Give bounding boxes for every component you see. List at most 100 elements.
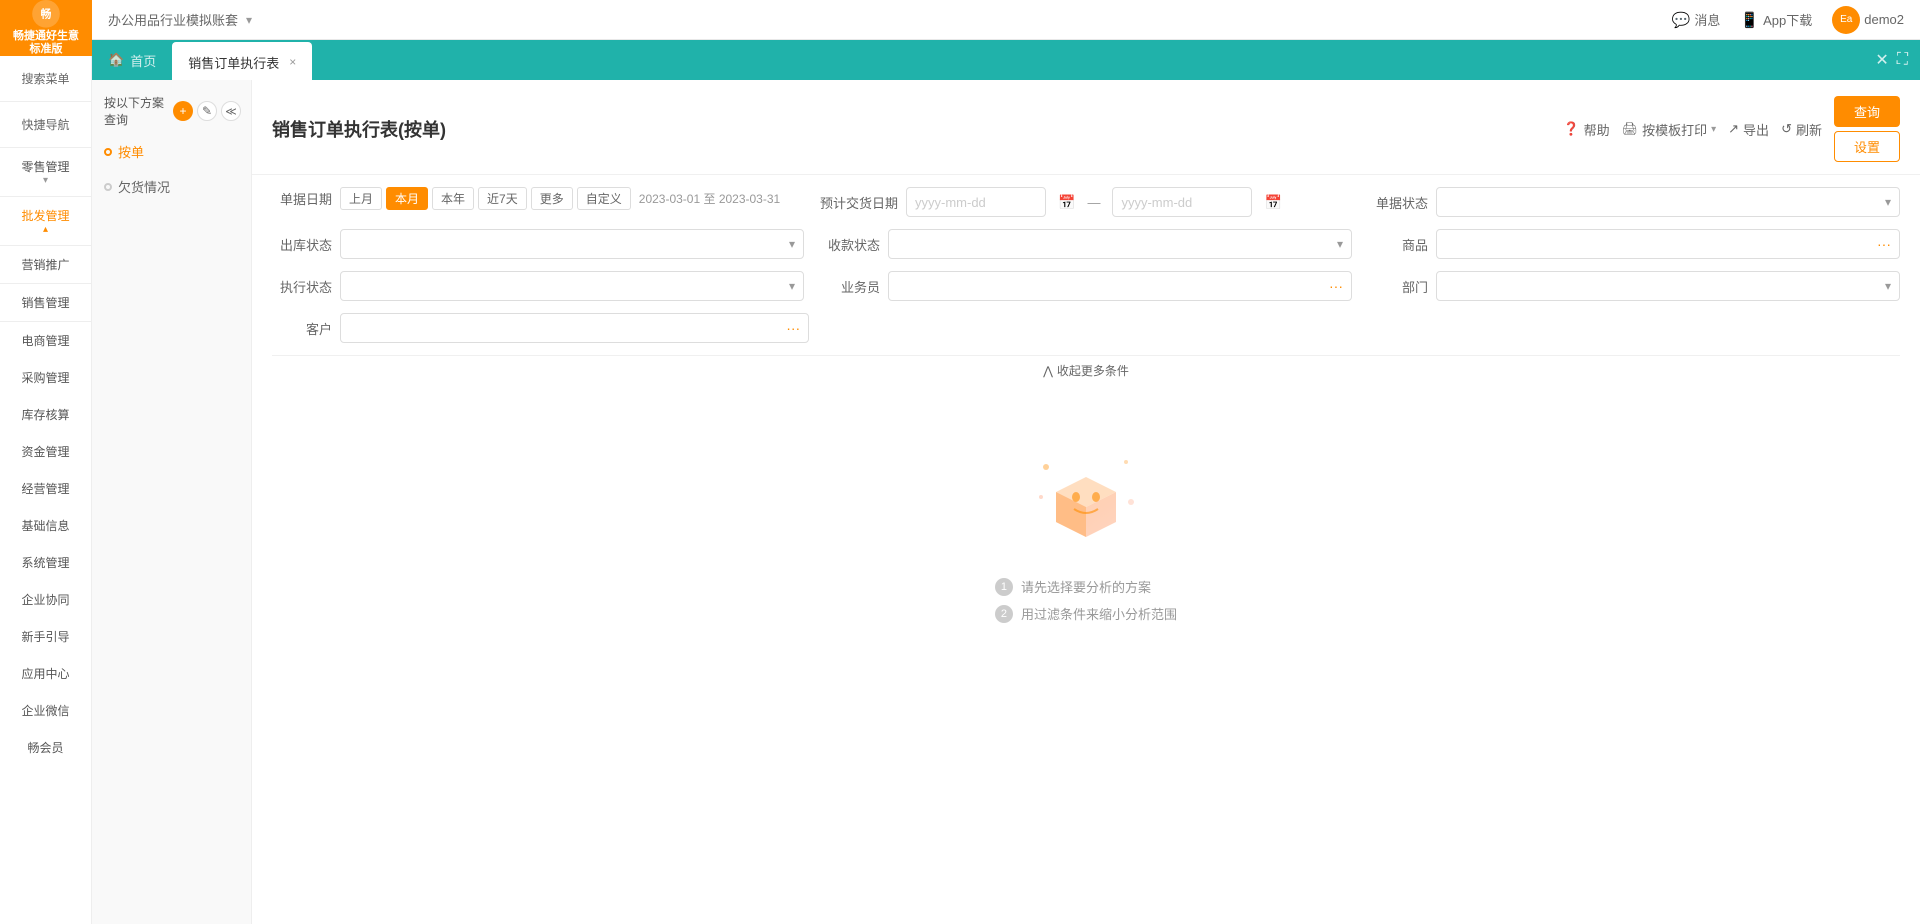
date-label: 单据日期 bbox=[272, 189, 332, 208]
tip-num-2: 2 bbox=[995, 605, 1013, 623]
right-content: 销售订单执行表(按单) ❓ 帮助 🖨 按模板打印 ▾ ↗ 导出 bbox=[252, 80, 1920, 924]
receipt-status-field[interactable]: ▾ bbox=[888, 229, 1352, 259]
sidebar-item-system[interactable]: 系统管理 bbox=[0, 544, 91, 581]
scheme-item-按单[interactable]: 按单 bbox=[92, 134, 251, 169]
date-btn-last-month[interactable]: 上月 bbox=[340, 187, 382, 210]
edit-scheme-button[interactable]: ✎ bbox=[197, 101, 217, 121]
tab-fullscreen-icon[interactable]: ⛶ bbox=[1897, 51, 1908, 69]
avatar: Ea bbox=[1832, 6, 1860, 34]
app-icon: 📱 bbox=[1740, 11, 1759, 29]
date-range-display: 2023-03-01 至 2023-03-31 bbox=[639, 190, 780, 207]
sidebar-item-finance[interactable]: 资金管理 bbox=[0, 433, 91, 470]
app-download-item[interactable]: 📱 App下载 bbox=[1740, 10, 1812, 29]
collapse-filters-button[interactable]: ⋀ 收起更多条件 bbox=[272, 355, 1900, 385]
message-item[interactable]: 💬 消息 bbox=[1672, 10, 1721, 29]
help-button[interactable]: ❓ 帮助 bbox=[1563, 120, 1609, 139]
empty-tip-2: 2 用过滤条件来缩小分析范围 bbox=[995, 604, 1177, 623]
sidebar-item-wechat[interactable]: 企业微信 bbox=[0, 692, 91, 729]
shipment-status-field[interactable]: ▾ bbox=[340, 229, 804, 259]
ecommerce-label: 电商管理 bbox=[0, 332, 91, 349]
calendar-icon-1[interactable]: 📅 bbox=[1058, 194, 1075, 211]
salesperson-dots-icon[interactable]: ··· bbox=[1329, 278, 1343, 294]
page-header-actions: ❓ 帮助 🖨 按模板打印 ▾ ↗ 导出 ↺ 刷新 bbox=[1563, 96, 1900, 162]
tabbar-actions: ✕ ⛶ bbox=[1875, 50, 1920, 70]
user-profile-item[interactable]: Ea demo2 bbox=[1832, 6, 1904, 34]
print-button[interactable]: 🖨 按模板打印 ▾ bbox=[1622, 120, 1717, 139]
export-button[interactable]: ↗ 导出 bbox=[1728, 120, 1769, 139]
expected-date-start-input[interactable] bbox=[906, 187, 1046, 217]
scheme-label-按单: 按单 bbox=[118, 142, 144, 161]
sidebar-item-enterprise[interactable]: 企业协同 bbox=[0, 581, 91, 618]
doc-status-field[interactable]: ▾ bbox=[1436, 187, 1900, 217]
message-label: 消息 bbox=[1694, 10, 1720, 29]
date-btn-more[interactable]: 更多 bbox=[531, 187, 573, 210]
tip-text-1: 请先选择要分析的方案 bbox=[1021, 577, 1151, 596]
sidebar-item-basics[interactable]: 基础信息 bbox=[0, 507, 91, 544]
sidebar-section-sales: 销售管理 bbox=[0, 284, 91, 322]
customer-dots-icon[interactable]: ··· bbox=[786, 320, 800, 336]
sidebar-quick-nav[interactable]: 快捷导航 bbox=[0, 102, 91, 148]
scheme-item-欠货情况[interactable]: 欠货情况 bbox=[92, 169, 251, 204]
operations-label: 经营管理 bbox=[0, 480, 91, 497]
refresh-label: 刷新 bbox=[1796, 120, 1822, 139]
customer-field[interactable]: ··· bbox=[340, 313, 809, 343]
tab-close-window-icon[interactable]: ✕ bbox=[1875, 50, 1888, 70]
tab-close-icon[interactable]: × bbox=[289, 55, 296, 69]
tab-home[interactable]: 🏠 首页 bbox=[92, 40, 172, 80]
query-button[interactable]: 查询 bbox=[1834, 96, 1900, 127]
sidebar-item-inventory[interactable]: 库存核算 bbox=[0, 396, 91, 433]
collapse-label: 收起更多条件 bbox=[1057, 362, 1129, 379]
sidebar-item-apps[interactable]: 应用中心 bbox=[0, 655, 91, 692]
sidebar-item-sales[interactable]: 销售管理 bbox=[0, 284, 91, 321]
sidebar-section-wholesale: 批发管理 ▴ bbox=[0, 197, 91, 246]
enterprise-label: 企业协同 bbox=[0, 591, 91, 608]
add-scheme-button[interactable]: + bbox=[173, 101, 193, 121]
filter-row-1: 单据日期 上月 本月 本年 近7天 更多 自定义 2023-03-01 至 20… bbox=[272, 187, 1900, 217]
sidebar-search-item[interactable]: 搜索菜单 bbox=[0, 56, 91, 102]
product-dots-icon[interactable]: ··· bbox=[1877, 236, 1891, 252]
tip-num-1: 1 bbox=[995, 578, 1013, 596]
sidebar-item-member[interactable]: 畅会员 bbox=[0, 729, 91, 766]
help-icon: ❓ bbox=[1563, 121, 1579, 137]
empty-tips: 1 请先选择要分析的方案 2 用过滤条件来缩小分析范围 bbox=[995, 577, 1177, 623]
sidebar-item-operations[interactable]: 经营管理 bbox=[0, 470, 91, 507]
execution-status-field[interactable]: ▾ bbox=[340, 271, 804, 301]
retail-label: 零售管理 bbox=[0, 158, 91, 175]
sidebar-item-marketing[interactable]: 营销推广 bbox=[0, 246, 91, 283]
member-label: 畅会员 bbox=[0, 739, 91, 756]
department-field[interactable]: ▾ bbox=[1436, 271, 1900, 301]
date-btn-custom[interactable]: 自定义 bbox=[577, 187, 631, 210]
search-menu-label: 搜索菜单 bbox=[0, 64, 91, 93]
calendar-icon-2[interactable]: 📅 bbox=[1264, 194, 1281, 211]
wholesale-label: 批发管理 bbox=[0, 207, 91, 224]
settings-button[interactable]: 设置 bbox=[1834, 131, 1900, 162]
topbar: 办公用品行业模拟账套 ▾ 💬 消息 📱 App下载 Ea demo2 bbox=[92, 0, 1920, 40]
tip-text-2: 用过滤条件来缩小分析范围 bbox=[1021, 604, 1177, 623]
date-btn-this-month[interactable]: 本月 bbox=[386, 187, 428, 210]
salesperson-field[interactable]: ··· bbox=[888, 271, 1352, 301]
sidebar-logo: 畅 畅捷通好生意 标准版 bbox=[0, 0, 92, 56]
finance-label: 资金管理 bbox=[0, 443, 91, 460]
date-btn-this-year[interactable]: 本年 bbox=[432, 187, 474, 210]
page-header: 销售订单执行表(按单) ❓ 帮助 🖨 按模板打印 ▾ ↗ 导出 bbox=[252, 80, 1920, 175]
sidebar-item-ecommerce[interactable]: 电商管理 bbox=[0, 322, 91, 359]
wechat-label: 企业微信 bbox=[0, 702, 91, 719]
main-area: 办公用品行业模拟账套 ▾ 💬 消息 📱 App下载 Ea demo2 🏠 首页 bbox=[92, 0, 1920, 924]
date-btn-7days[interactable]: 近7天 bbox=[478, 187, 527, 210]
sidebar-item-wholesale[interactable]: 批发管理 ▴ bbox=[0, 197, 91, 245]
app-label: App下载 bbox=[1763, 10, 1812, 29]
refresh-button[interactable]: ↺ 刷新 bbox=[1781, 120, 1822, 139]
tab-sales-order[interactable]: 销售订单执行表 × bbox=[172, 42, 312, 82]
sidebar-section-retail: 零售管理 ▾ bbox=[0, 148, 91, 197]
logo-text: 畅捷通好生意 bbox=[13, 30, 79, 43]
print-label: 按模板打印 bbox=[1642, 120, 1707, 139]
account-arrow[interactable]: ▾ bbox=[246, 13, 252, 27]
collapse-panel-button[interactable]: ≪ bbox=[221, 101, 241, 121]
sidebar-item-retail[interactable]: 零售管理 ▾ bbox=[0, 148, 91, 196]
department-label: 部门 bbox=[1368, 277, 1428, 296]
product-field[interactable]: ··· bbox=[1436, 229, 1900, 259]
sidebar-item-purchase[interactable]: 采购管理 bbox=[0, 359, 91, 396]
sidebar-item-newbie[interactable]: 新手引导 bbox=[0, 618, 91, 655]
expected-date-end-input[interactable] bbox=[1112, 187, 1252, 217]
execution-status-label: 执行状态 bbox=[272, 277, 332, 296]
